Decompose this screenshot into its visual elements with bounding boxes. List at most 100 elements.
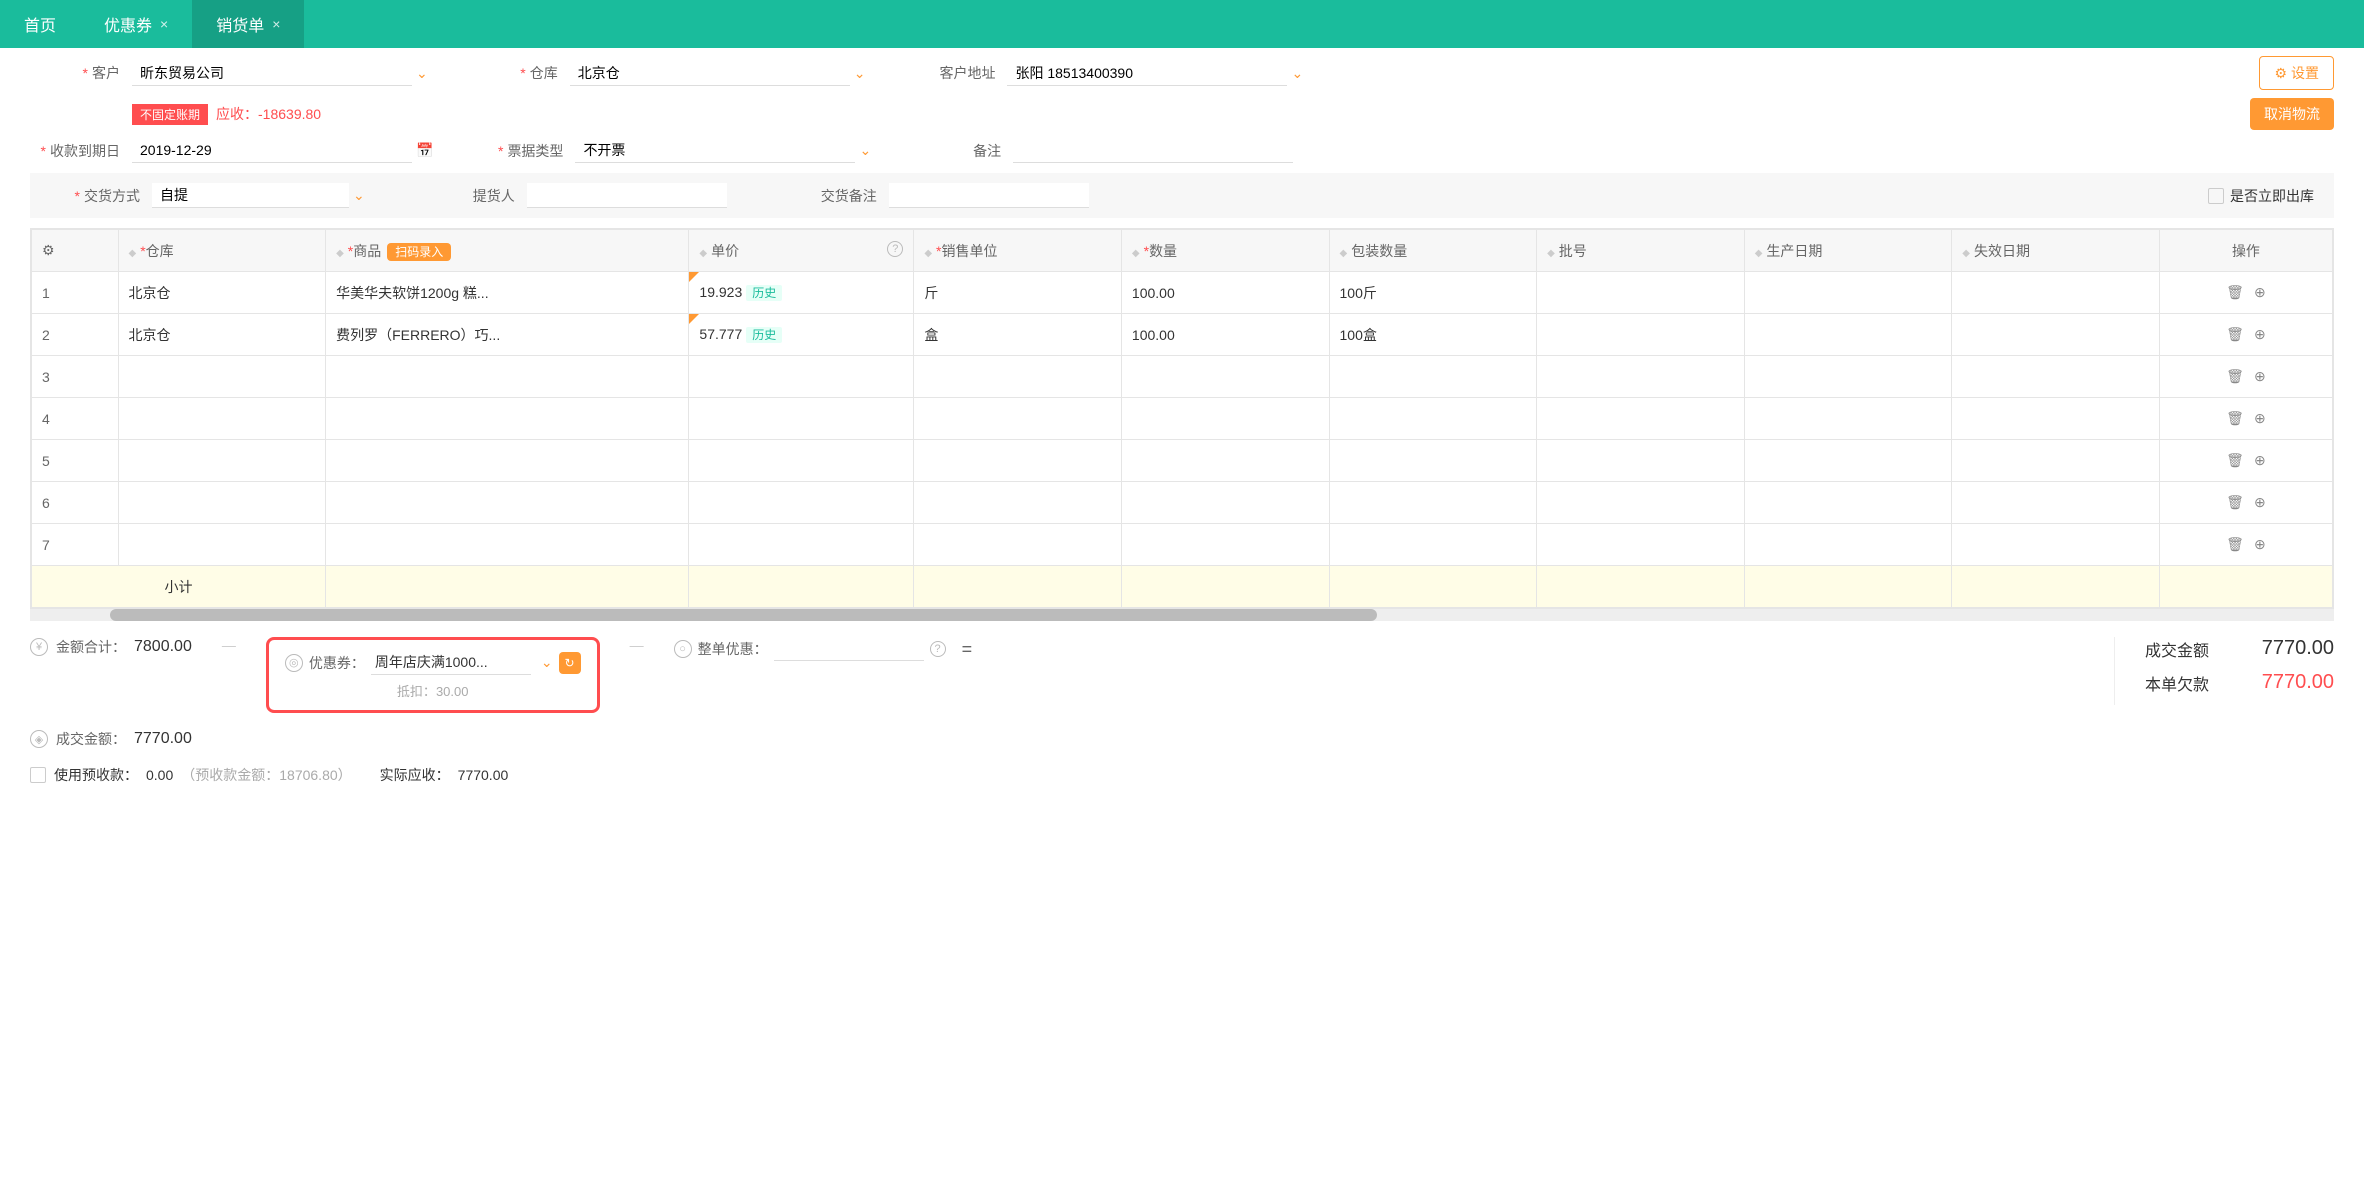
- cell-price[interactable]: 57.777历史: [689, 314, 914, 356]
- settings-button[interactable]: ⚙设置: [2259, 56, 2334, 90]
- add-icon[interactable]: ⊕: [2254, 326, 2266, 343]
- delete-icon[interactable]: 🗑: [2226, 284, 2244, 301]
- cell-unit[interactable]: 斤: [914, 272, 1122, 314]
- col-price[interactable]: ◆单价?: [689, 230, 914, 272]
- immediate-out-checkbox[interactable]: [2208, 188, 2224, 204]
- cell-product[interactable]: [326, 440, 689, 482]
- cell-pack[interactable]: [1329, 398, 1537, 440]
- add-icon[interactable]: ⊕: [2254, 410, 2266, 427]
- table-settings-icon[interactable]: ⚙: [32, 230, 119, 272]
- cell-warehouse[interactable]: [118, 398, 326, 440]
- tab-sales-order[interactable]: 销货单×: [192, 0, 304, 48]
- chevron-down-icon[interactable]: ⌄: [541, 654, 553, 671]
- cell-qty[interactable]: [1121, 398, 1329, 440]
- cell-qty[interactable]: [1121, 482, 1329, 524]
- cell-product[interactable]: 费列罗（FERRERO）巧...: [326, 314, 689, 356]
- cell-pack[interactable]: [1329, 440, 1537, 482]
- delete-icon[interactable]: 🗑: [2226, 536, 2244, 553]
- cell-warehouse[interactable]: [118, 524, 326, 566]
- add-icon[interactable]: ⊕: [2254, 452, 2266, 469]
- cell-product[interactable]: [326, 482, 689, 524]
- cell-warehouse[interactable]: [118, 482, 326, 524]
- cell-pack[interactable]: [1329, 524, 1537, 566]
- cell-warehouse[interactable]: 北京仓: [118, 314, 326, 356]
- delete-icon[interactable]: 🗑: [2226, 410, 2244, 427]
- cell-warehouse[interactable]: 北京仓: [118, 272, 326, 314]
- table-row[interactable]: 3 🗑⊕: [32, 356, 2333, 398]
- invoice-input[interactable]: [575, 138, 855, 163]
- col-expire-date[interactable]: ◆失效日期: [1952, 230, 2160, 272]
- order-discount-input[interactable]: [774, 637, 924, 661]
- delete-icon[interactable]: 🗑: [2226, 494, 2244, 511]
- delete-icon[interactable]: 🗑: [2226, 452, 2244, 469]
- close-icon[interactable]: ×: [160, 16, 168, 32]
- cell-qty[interactable]: [1121, 356, 1329, 398]
- cell-unit[interactable]: [914, 356, 1122, 398]
- add-icon[interactable]: ⊕: [2254, 368, 2266, 385]
- due-date-input[interactable]: [132, 138, 412, 163]
- chevron-down-icon[interactable]: ⌄: [859, 142, 871, 159]
- cell-qty[interactable]: [1121, 524, 1329, 566]
- table-row[interactable]: 6 🗑⊕: [32, 482, 2333, 524]
- cell-price[interactable]: 19.923历史: [689, 272, 914, 314]
- refresh-icon[interactable]: ↻: [559, 652, 581, 674]
- cell-pack[interactable]: 100斤: [1329, 272, 1537, 314]
- help-icon[interactable]: ?: [930, 641, 946, 657]
- calendar-icon[interactable]: 📅: [416, 142, 433, 159]
- cell-product[interactable]: [326, 356, 689, 398]
- scan-button[interactable]: 扫码录入: [387, 243, 451, 261]
- cell-product[interactable]: [326, 398, 689, 440]
- cell-qty[interactable]: 100.00: [1121, 314, 1329, 356]
- add-icon[interactable]: ⊕: [2254, 494, 2266, 511]
- col-product[interactable]: ◆*商品扫码录入: [326, 230, 689, 272]
- remark-input[interactable]: [1013, 138, 1293, 163]
- cell-product[interactable]: [326, 524, 689, 566]
- help-icon[interactable]: ?: [887, 241, 903, 257]
- table-row[interactable]: 4 🗑⊕: [32, 398, 2333, 440]
- col-pack-qty[interactable]: ◆包装数量: [1329, 230, 1537, 272]
- add-icon[interactable]: ⊕: [2254, 536, 2266, 553]
- col-prod-date[interactable]: ◆生产日期: [1744, 230, 1952, 272]
- cell-unit[interactable]: [914, 398, 1122, 440]
- add-icon[interactable]: ⊕: [2254, 284, 2266, 301]
- cell-product[interactable]: 华美华夫软饼1200g 糕...: [326, 272, 689, 314]
- cell-pack[interactable]: [1329, 482, 1537, 524]
- col-unit[interactable]: ◆*销售单位: [914, 230, 1122, 272]
- cell-qty[interactable]: 100.00: [1121, 272, 1329, 314]
- table-row[interactable]: 1 北京仓 华美华夫软饼1200g 糕... 19.923历史 斤 100.00…: [32, 272, 2333, 314]
- chevron-down-icon[interactable]: ⌄: [854, 65, 866, 82]
- cell-pack[interactable]: [1329, 356, 1537, 398]
- customer-input[interactable]: [132, 61, 412, 86]
- col-warehouse[interactable]: ◆*仓库: [118, 230, 326, 272]
- cell-warehouse[interactable]: [118, 440, 326, 482]
- tab-home[interactable]: 首页: [0, 0, 80, 48]
- cancel-logistics-button[interactable]: 取消物流: [2250, 98, 2334, 130]
- cell-qty[interactable]: [1121, 440, 1329, 482]
- chevron-down-icon[interactable]: ⌄: [353, 187, 365, 204]
- table-row[interactable]: 5 🗑⊕: [32, 440, 2333, 482]
- close-icon[interactable]: ×: [272, 16, 280, 32]
- col-batch[interactable]: ◆批号: [1537, 230, 1745, 272]
- cell-unit[interactable]: 盒: [914, 314, 1122, 356]
- col-quantity[interactable]: ◆*数量: [1121, 230, 1329, 272]
- pickup-input[interactable]: [527, 183, 727, 208]
- chevron-down-icon[interactable]: ⌄: [1291, 65, 1303, 82]
- cell-warehouse[interactable]: [118, 356, 326, 398]
- cell-unit[interactable]: [914, 524, 1122, 566]
- warehouse-input[interactable]: [570, 61, 850, 86]
- cell-unit[interactable]: [914, 482, 1122, 524]
- cell-pack[interactable]: 100盒: [1329, 314, 1537, 356]
- cell-unit[interactable]: [914, 440, 1122, 482]
- delivery-remark-input[interactable]: [889, 183, 1089, 208]
- coupon-select[interactable]: 周年店庆满1000...: [371, 650, 531, 675]
- delete-icon[interactable]: 🗑: [2226, 326, 2244, 343]
- tab-coupon[interactable]: 优惠券×: [80, 0, 192, 48]
- table-row[interactable]: 2 北京仓 费列罗（FERRERO）巧... 57.777历史 盒 100.00…: [32, 314, 2333, 356]
- delivery-method-input[interactable]: [152, 183, 349, 208]
- delete-icon[interactable]: 🗑: [2226, 368, 2244, 385]
- use-prepay-checkbox[interactable]: [30, 767, 46, 783]
- chevron-down-icon[interactable]: ⌄: [416, 65, 428, 82]
- table-row[interactable]: 7 🗑⊕: [32, 524, 2333, 566]
- horizontal-scrollbar[interactable]: [30, 609, 2334, 621]
- address-input[interactable]: [1007, 61, 1287, 86]
